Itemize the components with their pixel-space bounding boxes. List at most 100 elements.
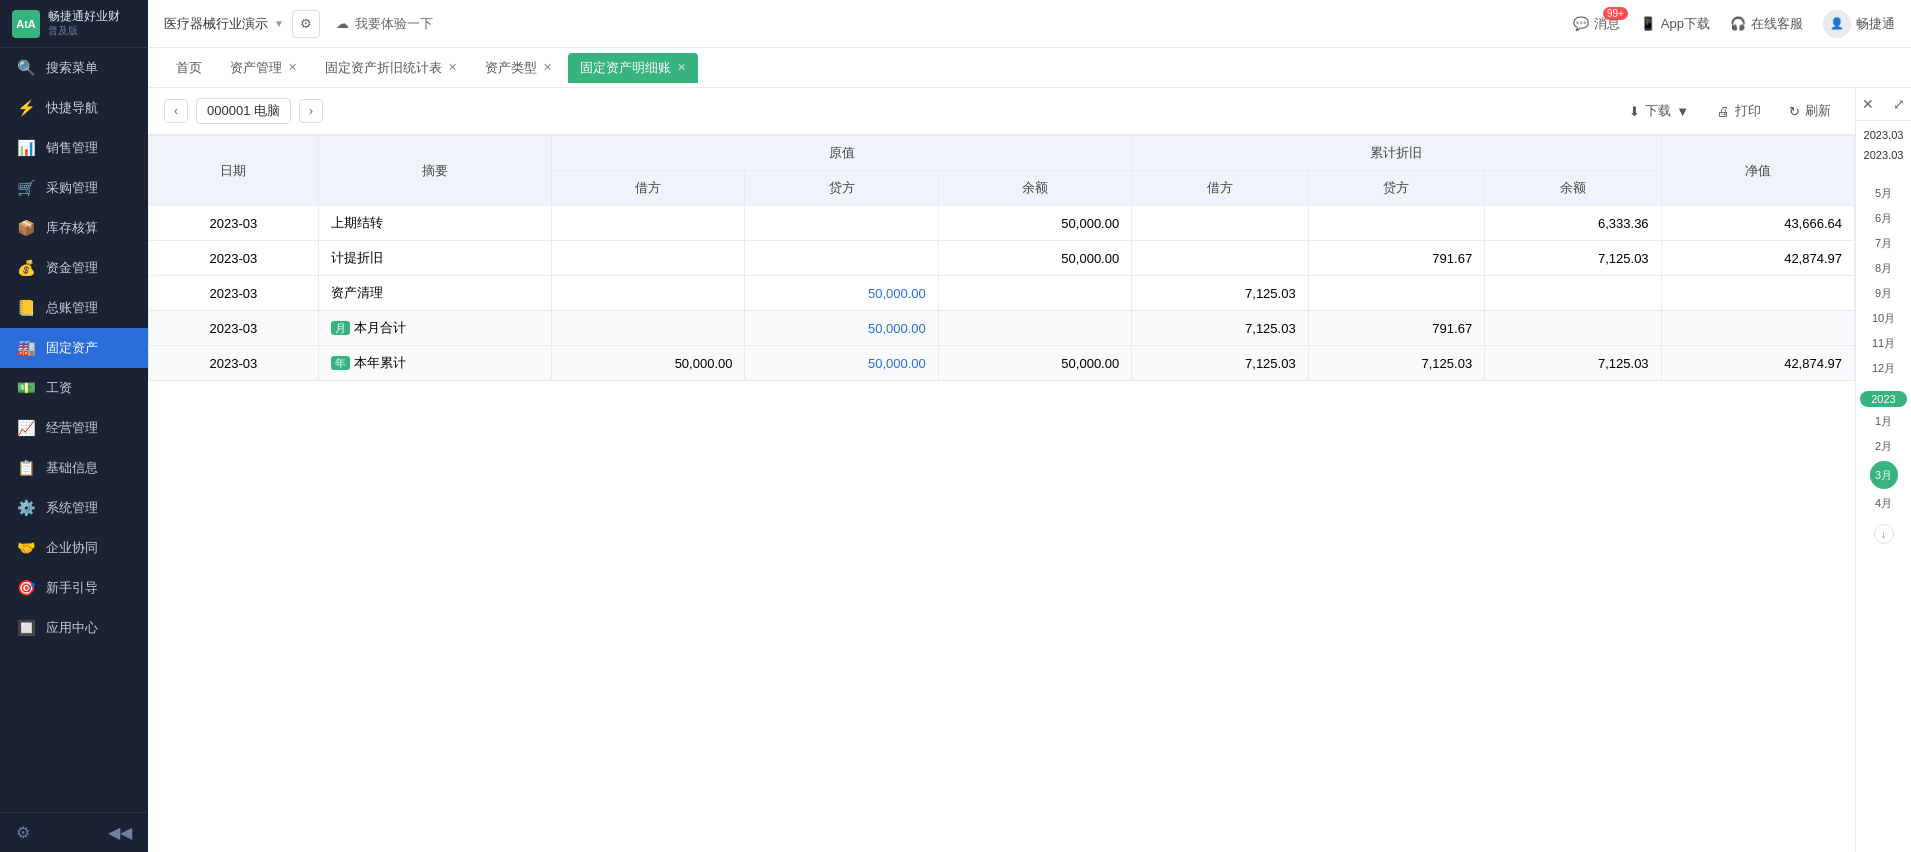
cell-summary-4: 年本年累计 (318, 346, 551, 381)
next-asset-button[interactable]: › (299, 99, 323, 123)
content-main: ‹ 000001 电脑 › ⬇ 下载 ▼ 🖨 打印 ↻ 刷新 (148, 88, 1855, 852)
sidebar-item-system[interactable]: ⚙️系统管理 (0, 488, 148, 528)
tab-close-assettype[interactable]: ✕ (543, 61, 552, 74)
table-row: 2023-03 上期结转 50,000.00 6,333.36 43,666.6… (149, 206, 1855, 241)
sidebar-item-label-wages: 工资 (46, 379, 72, 397)
cell-dep-balance-0: 6,333.36 (1485, 206, 1661, 241)
month-8[interactable]: 8月 (1856, 256, 1911, 281)
month-3[interactable]: 3月 (1870, 461, 1898, 489)
summary-tag: 年 (331, 356, 350, 370)
sidebar-item-purchase[interactable]: 🛒 采购管理 (0, 168, 148, 208)
month-2[interactable]: 2月 (1856, 434, 1911, 459)
sidebar-item-label-purchase: 采购管理 (46, 179, 98, 197)
month-12[interactable]: 12月 (1856, 356, 1911, 381)
cell-orig-balance-0: 50,000.00 (938, 206, 1131, 241)
cell-orig-balance-4: 50,000.00 (938, 346, 1131, 381)
user-avatar-button[interactable]: 👤 畅捷通 (1823, 10, 1895, 38)
sidebar-scroll: 🔍搜索菜单⚡快捷导航📊销售管理 🛒 采购管理 📦库存核算💰资金管理📒总账管理🏭固定资产… (0, 48, 148, 812)
sidebar-item-enterprise[interactable]: 🤝企业协同 (0, 528, 148, 568)
purchase-icon: 🛒 (16, 178, 36, 198)
customer-service-button[interactable]: 🎧 在线客服 (1730, 15, 1803, 33)
experience-button[interactable]: ☁ 我要体验一下 (336, 15, 433, 33)
sidebar-item-label-ledger: 总账管理 (46, 299, 98, 317)
settings-icon[interactable]: ⚙ (16, 823, 30, 842)
right-panel-scroll: 2023.03 2023.03 5月 6月 7月 8月 9月 10月 11月 1… (1856, 121, 1911, 852)
cell-net-value-3 (1661, 311, 1854, 346)
sidebar-item-search[interactable]: 🔍搜索菜单 (0, 48, 148, 88)
cell-date-4: 2023-03 (149, 346, 319, 381)
app-download-button[interactable]: 📱 App下载 (1640, 15, 1710, 33)
company-settings-button[interactable]: ⚙ (292, 10, 320, 38)
basic-icon: 📋 (16, 458, 36, 478)
download-icon: 📱 (1640, 16, 1656, 31)
sidebar-item-label-finance: 资金管理 (46, 259, 98, 277)
prev-asset-button[interactable]: ‹ (164, 99, 188, 123)
month-11[interactable]: 11月 (1856, 331, 1911, 356)
collapse-icon[interactable]: ◀◀ (108, 823, 132, 842)
print-button[interactable]: 🖨 打印 (1709, 98, 1769, 124)
refresh-button[interactable]: ↻ 刷新 (1781, 98, 1839, 124)
download-arrow: ▼ (1676, 104, 1689, 119)
search-icon: 🔍 (16, 58, 36, 78)
month-4[interactable]: 4月 (1856, 491, 1911, 516)
cell-net-value-0: 43,666.64 (1661, 206, 1854, 241)
company-selector[interactable]: 医疗器械行业演示 ▼ (164, 15, 284, 33)
cell-orig-balance-1: 50,000.00 (938, 241, 1131, 276)
cell-summary-3: 月本月合计 (318, 311, 551, 346)
right-panel-close-button[interactable]: ✕ (1862, 96, 1874, 112)
sidebar-item-basic[interactable]: 📋基础信息 (0, 448, 148, 488)
cell-date-1: 2023-03 (149, 241, 319, 276)
cell-dep-balance-2 (1485, 276, 1661, 311)
logo-version: 普及版 (48, 24, 120, 38)
year-section-top: 2023.03 2023.03 (1856, 121, 1911, 169)
right-panel-header: ✕ ⤢ (1856, 88, 1911, 121)
cell-orig-credit-2: 50,000.00 (745, 276, 938, 311)
expand-timeline-button[interactable]: ↓ (1874, 524, 1894, 544)
logo-icon: AtA (12, 10, 40, 38)
tab-close-assets[interactable]: ✕ (288, 61, 297, 74)
sidebar-item-newguide[interactable]: 🎯新手引导 (0, 568, 148, 608)
th-orig-balance: 余额 (938, 171, 1131, 206)
sidebar: AtA 畅捷通好业财 普及版 🔍搜索菜单⚡快捷导航📊销售管理🛒采购管理📦库存核算… (0, 0, 148, 852)
asset-detail-table: 日期 摘要 原值 累计折旧 净值 借方 贷方 余额 借方 贷方 余额 (148, 135, 1855, 381)
cell-date-2: 2023-03 (149, 276, 319, 311)
main-area: 医疗器械行业演示 ▼ ⚙ ☁ 我要体验一下 💬 消息 99+ 📱 App下载 🎧… (148, 0, 1911, 852)
cell-summary-2: 资产清理 (318, 276, 551, 311)
sidebar-item-finance[interactable]: 💰资金管理 (0, 248, 148, 288)
month-6[interactable]: 6月 (1856, 206, 1911, 231)
cell-orig-credit-3: 50,000.00 (745, 311, 938, 346)
cell-dep-credit-4: 7,125.03 (1308, 346, 1484, 381)
sidebar-item-fixedassets[interactable]: 🏭固定资产 (0, 328, 148, 368)
sidebar-item-label-operations: 经营管理 (46, 419, 98, 437)
tab-assets[interactable]: 资产管理✕ (218, 53, 309, 83)
tab-close-depreciation[interactable]: ✕ (448, 61, 457, 74)
month-7[interactable]: 7月 (1856, 231, 1911, 256)
table-wrapper: 日期 摘要 原值 累计折旧 净值 借方 贷方 余额 借方 贷方 余额 (148, 135, 1855, 852)
th-dep-debit: 借方 (1132, 171, 1308, 206)
tab-detail[interactable]: 固定资产明细账✕ (568, 53, 698, 83)
tab-label-home: 首页 (176, 59, 202, 77)
sidebar-item-operations[interactable]: 📈经营管理 (0, 408, 148, 448)
month-9[interactable]: 9月 (1856, 281, 1911, 306)
tab-close-detail[interactable]: ✕ (677, 61, 686, 74)
tab-assettype[interactable]: 资产类型✕ (473, 53, 564, 83)
sidebar-item-quicknav[interactable]: ⚡快捷导航 (0, 88, 148, 128)
sidebar-item-inventory[interactable]: 📦库存核算 (0, 208, 148, 248)
sidebar-item-label-sales: 销售管理 (46, 139, 98, 157)
right-panel-expand-button[interactable]: ⤢ (1893, 96, 1905, 112)
sidebar-item-sales[interactable]: 📊销售管理 (0, 128, 148, 168)
tab-depreciation[interactable]: 固定资产折旧统计表✕ (313, 53, 469, 83)
month-10[interactable]: 10月 (1856, 306, 1911, 331)
month-1[interactable]: 1月 (1856, 409, 1911, 434)
download-button[interactable]: ⬇ 下载 ▼ (1621, 98, 1697, 124)
notifications-button[interactable]: 💬 消息 99+ (1573, 15, 1620, 33)
month-5[interactable]: 5月 (1856, 181, 1911, 206)
sidebar-item-appstore[interactable]: 🔲应用中心 (0, 608, 148, 648)
experience-icon: ☁ (336, 16, 349, 31)
cell-net-value-2 (1661, 276, 1854, 311)
sidebar-item-wages[interactable]: 💵工资 (0, 368, 148, 408)
cell-summary-1: 计提折旧 (318, 241, 551, 276)
sidebar-item-ledger[interactable]: 📒总账管理 (0, 288, 148, 328)
cell-dep-debit-3: 7,125.03 (1132, 311, 1308, 346)
tab-home[interactable]: 首页 (164, 53, 214, 83)
